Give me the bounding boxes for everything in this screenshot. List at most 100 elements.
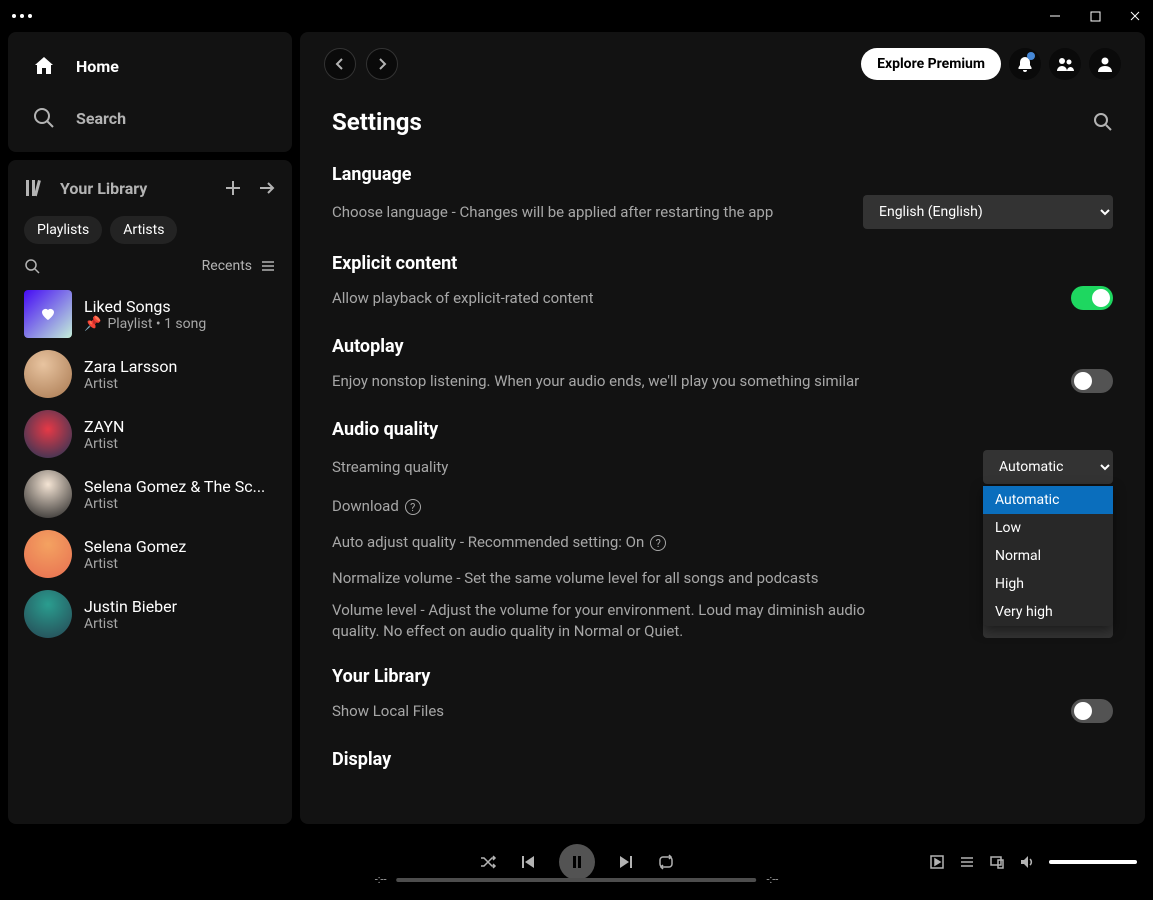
dropdown-option[interactable]: Normal <box>983 542 1113 570</box>
library-search-button[interactable] <box>24 258 40 274</box>
streaming-quality-label: Streaming quality <box>332 457 448 478</box>
explore-premium-button[interactable]: Explore Premium <box>861 48 1001 80</box>
now-playing-button[interactable] <box>929 854 945 870</box>
nav-home[interactable]: Home <box>8 40 292 92</box>
library-item-title: Selena Gomez & The Sc... <box>84 477 265 496</box>
time-elapsed: -:-- <box>375 873 387 886</box>
display-heading: Display <box>332 749 1113 770</box>
volume-slider[interactable] <box>1049 860 1137 864</box>
dropdown-option[interactable]: High <box>983 570 1113 598</box>
dropdown-option[interactable]: Low <box>983 514 1113 542</box>
volume-level-label: Volume level - Adjust the volume for you… <box>332 600 912 642</box>
library-item[interactable]: Liked Songs📌Playlist • 1 song <box>16 284 284 344</box>
library-item-sub: Artist <box>84 616 177 632</box>
nav-search[interactable]: Search <box>8 92 292 144</box>
streaming-quality-select[interactable]: Automatic <box>983 450 1113 484</box>
search-icon <box>24 258 40 274</box>
create-playlist-button[interactable] <box>224 179 242 197</box>
autoplay-heading: Autoplay <box>332 336 1113 357</box>
chip-artists[interactable]: Artists <box>110 216 177 244</box>
sort-button[interactable]: Recents <box>202 258 276 274</box>
main-content: Explore Premium Settings Language <box>300 32 1145 824</box>
dropdown-option[interactable]: Very high <box>983 598 1113 626</box>
language-select[interactable]: English (English) <box>863 195 1113 229</box>
friends-button[interactable] <box>1049 48 1081 80</box>
your-library-heading: Your Library <box>332 666 1113 687</box>
help-icon[interactable]: ? <box>405 499 421 515</box>
avatar <box>24 530 72 578</box>
nav-back-button[interactable] <box>324 48 356 80</box>
avatar <box>24 290 72 338</box>
library-item-sub: 📌Playlist • 1 song <box>84 316 206 332</box>
settings-search-button[interactable] <box>1093 112 1113 132</box>
language-desc: Choose language - Changes will be applie… <box>332 202 773 223</box>
maximize-button[interactable] <box>1089 10 1101 22</box>
heart-icon <box>39 305 57 323</box>
library-icon <box>24 176 48 200</box>
library-item-title: Liked Songs <box>84 297 206 316</box>
avatar <box>24 410 72 458</box>
avatar <box>24 350 72 398</box>
explicit-desc: Allow playback of explicit-rated content <box>332 288 594 309</box>
chip-playlists[interactable]: Playlists <box>24 216 102 244</box>
explicit-heading: Explicit content <box>332 253 1113 274</box>
expand-library-button[interactable] <box>258 179 276 197</box>
user-icon <box>1096 55 1114 73</box>
notification-dot-icon <box>1027 52 1035 60</box>
pin-icon: 📌 <box>84 316 101 332</box>
profile-button[interactable] <box>1089 48 1121 80</box>
notifications-button[interactable] <box>1009 48 1041 80</box>
library-label: Your Library <box>60 179 147 198</box>
shuffle-icon <box>479 853 497 871</box>
streaming-quality-dropdown: AutomaticLowNormalHighVery high <box>983 486 1113 626</box>
library-item[interactable]: Selena GomezArtist <box>16 524 284 584</box>
devices-button[interactable] <box>989 854 1005 870</box>
audio-heading: Audio quality <box>332 419 1113 440</box>
library-button[interactable]: Your Library <box>24 176 147 200</box>
library-item-sub: Artist <box>84 376 177 392</box>
dropdown-option[interactable]: Automatic <box>983 486 1113 514</box>
sort-label: Recents <box>202 258 252 274</box>
local-files-toggle[interactable] <box>1071 699 1113 723</box>
library-item[interactable]: Selena Gomez & The Sc...Artist <box>16 464 284 524</box>
queue-icon <box>959 854 975 870</box>
next-button[interactable] <box>617 853 635 871</box>
library-item[interactable]: Justin BieberArtist <box>16 584 284 644</box>
queue-button[interactable] <box>959 854 975 870</box>
library-item-title: Justin Bieber <box>84 597 177 616</box>
settings-scroll[interactable]: Settings Language Choose language - Chan… <box>300 96 1145 824</box>
arrow-right-icon <box>258 179 276 197</box>
library-item[interactable]: Zara LarssonArtist <box>16 344 284 404</box>
volume-icon <box>1019 854 1035 870</box>
autoplay-desc: Enjoy nonstop listening. When your audio… <box>332 371 859 392</box>
library-item[interactable]: ZAYNArtist <box>16 404 284 464</box>
chevron-right-icon <box>374 56 390 72</box>
help-icon[interactable]: ? <box>650 535 666 551</box>
titlebar <box>0 0 1153 32</box>
shuffle-button[interactable] <box>479 853 497 871</box>
repeat-button[interactable] <box>657 853 675 871</box>
explicit-toggle[interactable] <box>1071 286 1113 310</box>
play-square-icon <box>929 854 945 870</box>
normalize-label: Normalize volume - Set the same volume l… <box>332 568 818 589</box>
time-total: -:-- <box>767 873 779 886</box>
download-label: Download? <box>332 496 421 517</box>
autoplay-toggle[interactable] <box>1071 369 1113 393</box>
language-heading: Language <box>332 164 1113 185</box>
nav-home-label: Home <box>76 57 119 76</box>
devices-icon <box>989 854 1005 870</box>
list-icon <box>260 258 276 274</box>
progress-bar[interactable] <box>397 878 757 882</box>
previous-button[interactable] <box>519 853 537 871</box>
minimize-button[interactable] <box>1049 10 1061 22</box>
nav-forward-button[interactable] <box>366 48 398 80</box>
search-icon <box>32 106 56 130</box>
volume-button[interactable] <box>1019 854 1035 870</box>
repeat-icon <box>657 853 675 871</box>
nav-search-label: Search <box>76 109 126 128</box>
avatar <box>24 590 72 638</box>
player-bar: -:-- -:-- <box>0 824 1153 900</box>
close-button[interactable] <box>1129 10 1141 22</box>
window-controls <box>1049 10 1141 22</box>
app-menu-button[interactable] <box>12 14 32 18</box>
